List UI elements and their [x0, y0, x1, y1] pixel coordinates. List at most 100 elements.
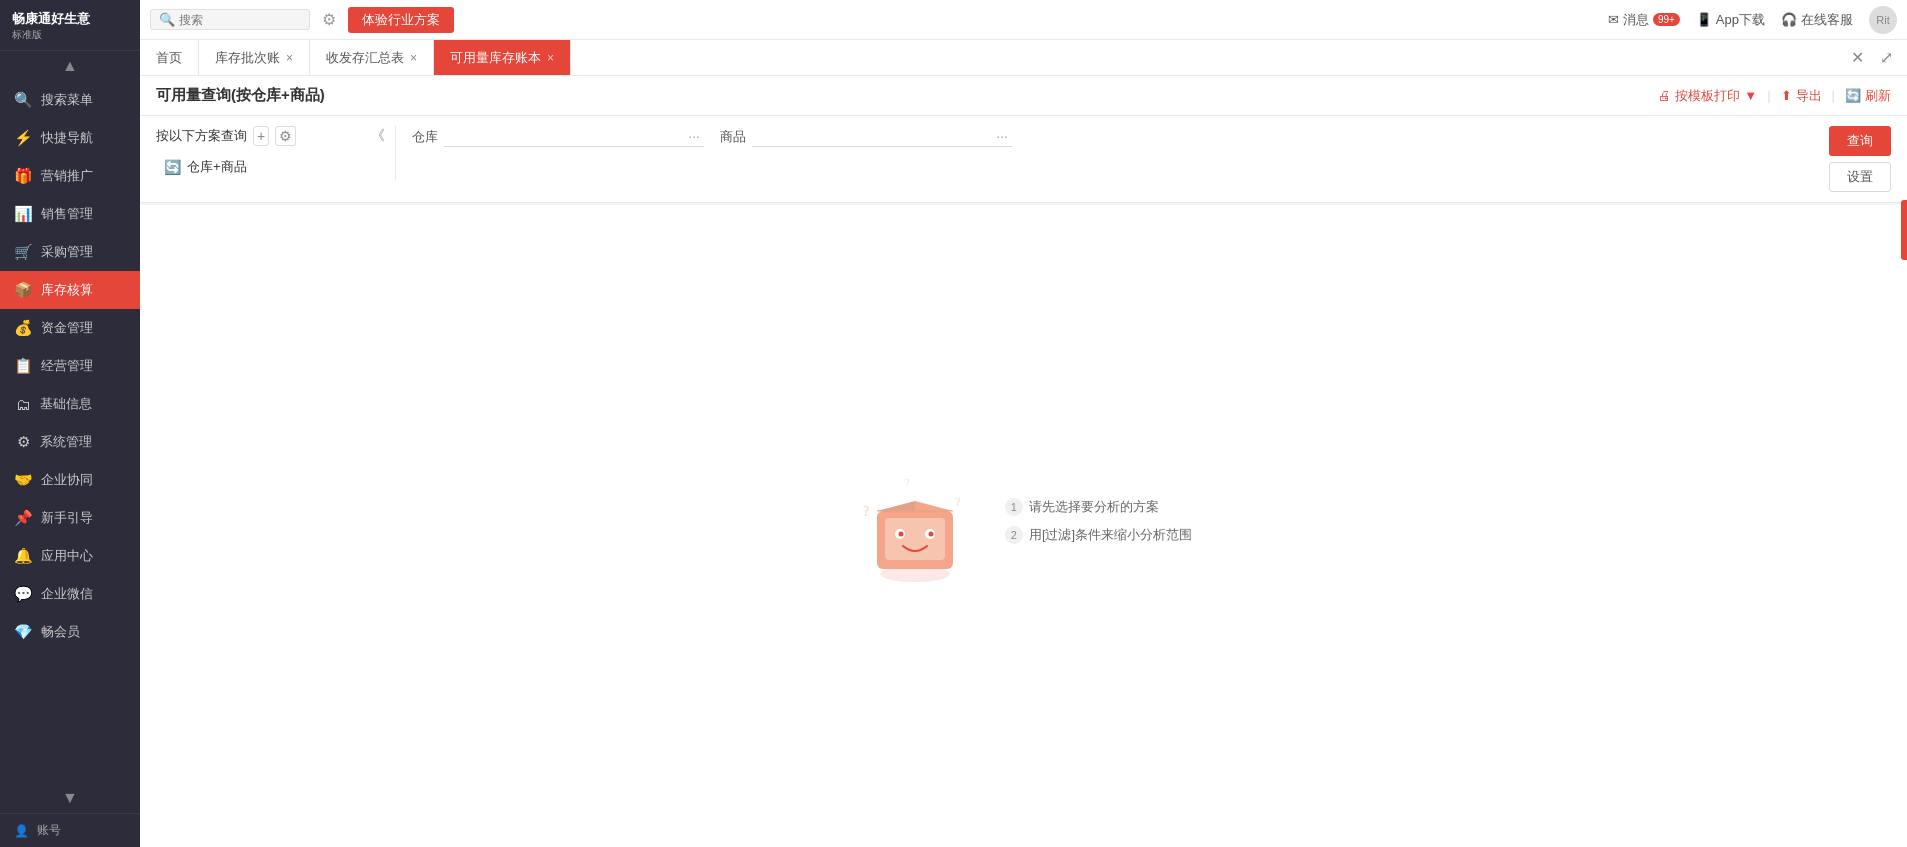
- action-buttons: 查询 设置: [1821, 126, 1891, 192]
- filter-area: 仓库 ··· 商品 ···: [396, 126, 1821, 147]
- sidebar-item-inventory[interactable]: 📦 库存核算: [0, 271, 140, 309]
- sidebar-item-basic[interactable]: 🗂 基础信息: [0, 385, 140, 423]
- tab-deposit-summary[interactable]: 收发存汇总表 ×: [310, 40, 434, 75]
- sidebar-item-operation[interactable]: 📋 经营管理: [0, 347, 140, 385]
- sidebar-icon-purchase: 🛒: [14, 243, 33, 261]
- scheme-item-label: 仓库+商品: [187, 158, 247, 176]
- close-tab-button[interactable]: ✕: [1845, 44, 1870, 71]
- sidebar-icon-operation: 📋: [14, 357, 33, 375]
- headset-icon: 🎧: [1781, 12, 1797, 27]
- query-button[interactable]: 查询: [1829, 126, 1891, 156]
- sidebar-bottom[interactable]: 👤 账号: [0, 813, 140, 847]
- sidebar-item-apps[interactable]: 🔔 应用中心: [0, 537, 140, 575]
- sidebar-label-sales: 销售管理: [41, 205, 93, 223]
- topbar-right: ✉ 消息 99+ 📱 App下载 🎧 在线客服 Rit: [1608, 6, 1897, 34]
- online-support-link[interactable]: 🎧 在线客服: [1781, 11, 1853, 29]
- sidebar-item-collab[interactable]: 🤝 企业协同: [0, 461, 140, 499]
- sidebar-bottom-icon: 👤: [14, 824, 29, 838]
- app-download-link[interactable]: 📱 App下载: [1696, 11, 1765, 29]
- goods-input-box[interactable]: ···: [752, 126, 1012, 147]
- search-icon: 🔍: [159, 12, 175, 27]
- sidebar-label-shortcut: 快捷导航: [41, 129, 93, 147]
- empty-state: ? ? ? 1 请先选择要分析的方案 2 用[过滤]条件来缩小分析范围: [140, 205, 1907, 847]
- tab-close-available-ledger[interactable]: ×: [547, 51, 554, 65]
- avatar[interactable]: Rit: [1869, 6, 1897, 34]
- sidebar-item-finance[interactable]: 💰 资金管理: [0, 309, 140, 347]
- goods-more-icon[interactable]: ···: [996, 128, 1008, 144]
- scheme-header-label: 按以下方案查询: [156, 127, 247, 145]
- scheme-item-warehouse-goods[interactable]: 🔄 仓库+商品: [156, 154, 385, 180]
- notification-button[interactable]: ✉ 消息 99+: [1608, 11, 1680, 29]
- sidebar-item-search[interactable]: 🔍 搜索菜单: [0, 81, 140, 119]
- svg-text:?: ?: [955, 495, 960, 509]
- tab-close-deposit-summary[interactable]: ×: [410, 51, 417, 65]
- sidebar-scroll-down[interactable]: ▼: [0, 783, 140, 813]
- sidebar-item-system[interactable]: ⚙ 系统管理: [0, 423, 140, 461]
- sidebar-item-newbie[interactable]: 📌 新手引导: [0, 499, 140, 537]
- sidebar-label-collab: 企业协同: [41, 471, 93, 489]
- goods-label: 商品: [720, 128, 746, 146]
- warehouse-filter: 仓库 ···: [412, 126, 704, 147]
- sidebar-icon-search: 🔍: [14, 91, 33, 109]
- notification-label: 消息: [1623, 11, 1649, 29]
- export-action[interactable]: ⬆ 导出: [1781, 87, 1822, 105]
- goods-filter: 商品 ···: [720, 126, 1012, 147]
- sidebar-item-marketing[interactable]: 🎁 营销推广: [0, 157, 140, 195]
- svg-text:?: ?: [905, 477, 910, 488]
- warehouse-label: 仓库: [412, 128, 438, 146]
- refresh-action[interactable]: 🔄 刷新: [1845, 87, 1891, 105]
- sidebar-nav: 🔍 搜索菜单 ⚡ 快捷导航 🎁 营销推广 📊 销售管理 🛒 采购管理 📦 库存核…: [0, 81, 140, 783]
- scroll-indicator: [1901, 200, 1907, 260]
- dropdown-icon: ▼: [1744, 88, 1757, 103]
- sidebar-icon-weixin: 💬: [14, 585, 33, 603]
- action-divider-1: |: [1767, 88, 1770, 103]
- scheme-settings-button[interactable]: ⚙: [275, 126, 296, 146]
- column-settings-button[interactable]: 设置: [1829, 162, 1891, 192]
- export-icon: ⬆: [1781, 88, 1792, 103]
- tab-available-ledger[interactable]: 可用量库存账本×: [434, 40, 571, 75]
- add-scheme-button[interactable]: +: [253, 126, 269, 146]
- online-support-label: 在线客服: [1801, 11, 1853, 29]
- sidebar-item-weixin[interactable]: 💬 企业微信: [0, 575, 140, 613]
- message-icon: ✉: [1608, 12, 1619, 27]
- topbar-search-box[interactable]: 🔍: [150, 9, 310, 30]
- empty-svg: ? ? ?: [855, 466, 975, 586]
- sidebar-label-apps: 应用中心: [41, 547, 93, 565]
- action-divider-2: |: [1832, 88, 1835, 103]
- tab-home[interactable]: 首页: [140, 40, 199, 75]
- sidebar-item-sales[interactable]: 📊 销售管理: [0, 195, 140, 233]
- filter-row: 仓库 ··· 商品 ···: [412, 126, 1821, 147]
- print-action[interactable]: 🖨 按模板打印 ▼: [1658, 87, 1757, 105]
- mobile-icon: 📱: [1696, 12, 1712, 27]
- sidebar-label-operation: 经营管理: [41, 357, 93, 375]
- sidebar-label-weixin: 企业微信: [41, 585, 93, 603]
- tab-list: 首页库存批次账×收发存汇总表×可用量库存账本×: [140, 40, 571, 75]
- sidebar-item-vip[interactable]: 💎 畅会员: [0, 613, 140, 651]
- sidebar-icon-collab: 🤝: [14, 471, 33, 489]
- sidebar-icon-apps: 🔔: [14, 547, 33, 565]
- sidebar-item-purchase[interactable]: 🛒 采购管理: [0, 233, 140, 271]
- warehouse-more-icon[interactable]: ···: [688, 128, 700, 144]
- sidebar-scroll-up[interactable]: ▲: [0, 51, 140, 81]
- goods-input[interactable]: [756, 129, 992, 144]
- search-input[interactable]: [179, 13, 299, 27]
- svg-point-5: [898, 532, 903, 537]
- sidebar-label-newbie: 新手引导: [41, 509, 93, 527]
- query-scheme-header: 按以下方案查询 + ⚙ 《: [156, 126, 385, 146]
- maximize-tab-button[interactable]: ⤢: [1874, 44, 1899, 71]
- trial-button[interactable]: 体验行业方案: [348, 7, 454, 33]
- warehouse-input-box[interactable]: ···: [444, 126, 704, 147]
- settings-icon[interactable]: ⚙: [318, 6, 340, 33]
- page-header: 可用量查询(按仓库+商品) 🖨 按模板打印 ▼ | ⬆ 导出 | 🔄 刷新: [140, 76, 1907, 116]
- tabbar-actions: ✕ ⤢: [1845, 40, 1907, 75]
- sidebar-icon-newbie: 📌: [14, 509, 33, 527]
- tab-close-batch-account[interactable]: ×: [286, 51, 293, 65]
- main-area: 🔍 ⚙ 体验行业方案 ✉ 消息 99+ 📱 App下载 🎧 在线客服 Rit: [140, 0, 1907, 847]
- sidebar-item-shortcut[interactable]: ⚡ 快捷导航: [0, 119, 140, 157]
- tab-batch-account[interactable]: 库存批次账×: [199, 40, 310, 75]
- collapse-icon[interactable]: 《: [371, 127, 385, 145]
- warehouse-input[interactable]: [448, 129, 684, 144]
- tab-label-deposit-summary: 收发存汇总表: [326, 49, 404, 67]
- sidebar-label-finance: 资金管理: [41, 319, 93, 337]
- sidebar-icon-basic: 🗂: [14, 396, 32, 413]
